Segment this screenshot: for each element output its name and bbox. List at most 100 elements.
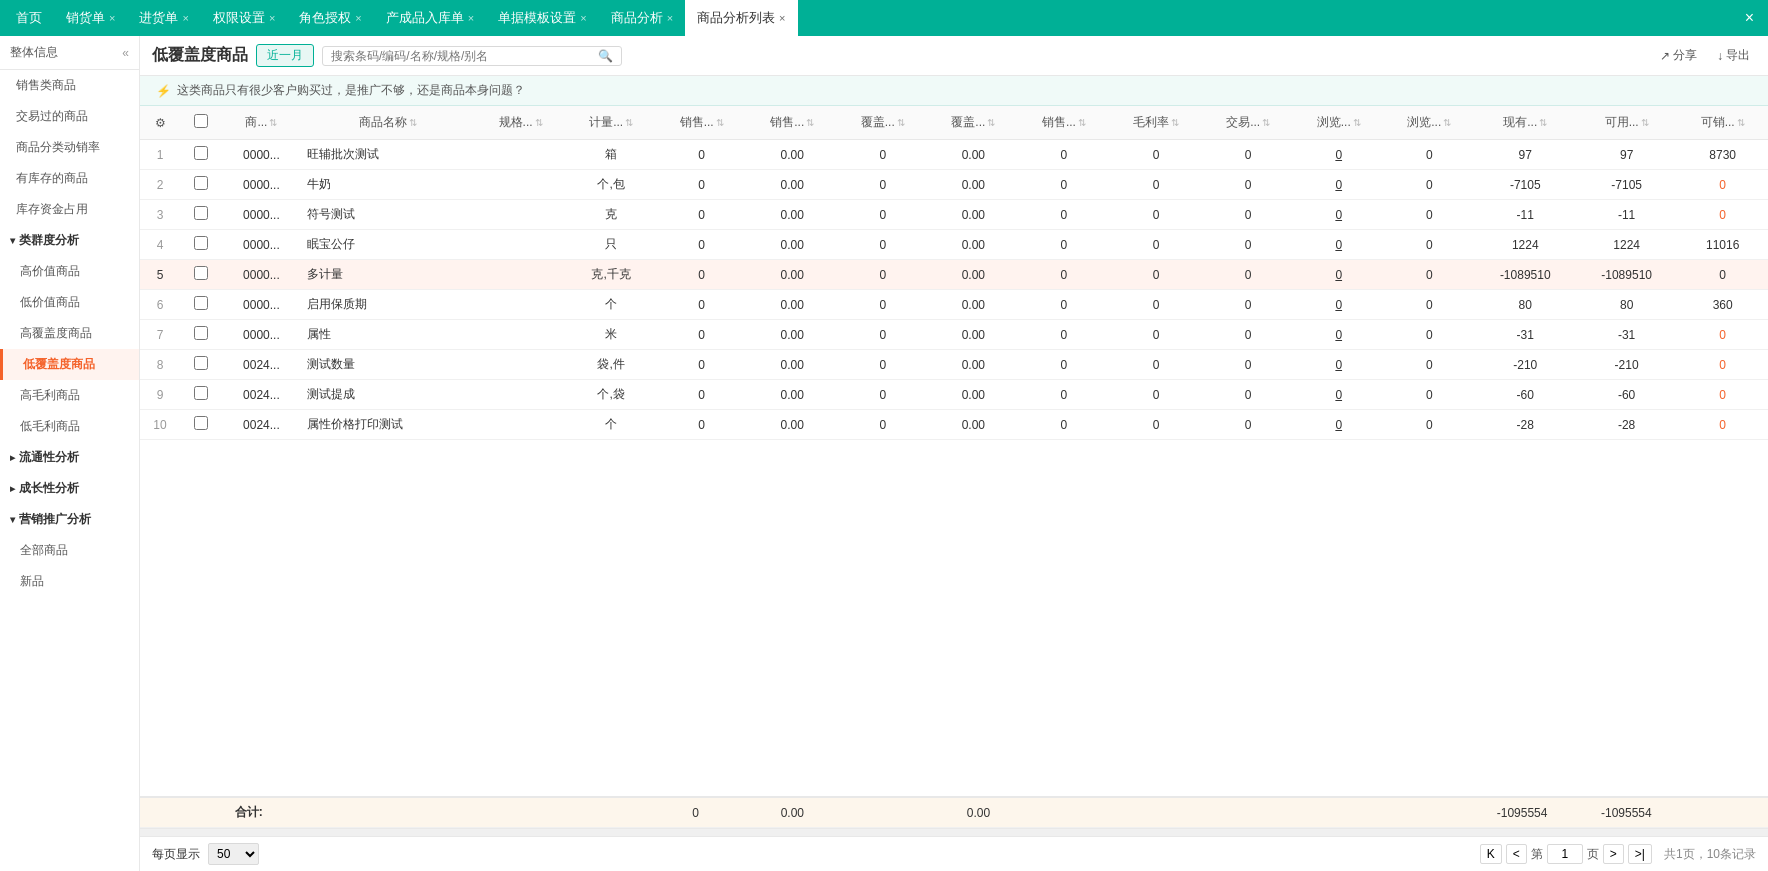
browse2-column-header[interactable]: 浏览...⇅ — [1384, 106, 1475, 140]
row-checkbox[interactable] — [180, 350, 222, 380]
row-browse1[interactable]: 0 — [1293, 140, 1384, 170]
row-sales-amt: 0.00 — [747, 380, 838, 410]
close-icon[interactable]: × — [355, 12, 361, 24]
close-icon[interactable]: × — [580, 12, 586, 24]
nav-template-settings[interactable]: 单据模板设置 × — [486, 0, 598, 36]
nav-finished-goods[interactable]: 产成品入库单 × — [374, 0, 486, 36]
page-number-input[interactable] — [1547, 844, 1583, 864]
sidebar-item-category-rate[interactable]: 商品分类动销率 — [0, 132, 139, 163]
horizontal-scrollbar[interactable] — [140, 828, 1768, 836]
row-gross: 0 — [1109, 320, 1203, 350]
sidebar-section-marketing[interactable]: ▾ 营销推广分析 — [0, 504, 139, 535]
top-navigation: 首页 销货单 × 进货单 × 权限设置 × 角色授权 × 产成品入库单 × 单据… — [0, 0, 1768, 36]
sidebar-item-stock-capital[interactable]: 库存资金占用 — [0, 194, 139, 225]
close-icon[interactable]: × — [269, 12, 275, 24]
current-stock-column-header[interactable]: 现有...⇅ — [1475, 106, 1576, 140]
nav-permission-settings[interactable]: 权限设置 × — [201, 0, 287, 36]
unit-column-header[interactable]: 计量...⇅ — [566, 106, 657, 140]
nav-sales-order[interactable]: 销货单 × — [54, 0, 127, 36]
row-browse1[interactable]: 0 — [1293, 410, 1384, 440]
gross-margin-column-header[interactable]: 毛利率⇅ — [1109, 106, 1203, 140]
search-icon[interactable]: 🔍 — [598, 49, 613, 63]
main-layout: 整体信息 « 销售类商品 交易过的商品 商品分类动销率 有库存的商品 库存资金占… — [0, 36, 1768, 871]
sidebar-item-stocked-products[interactable]: 有库存的商品 — [0, 163, 139, 194]
per-page-select[interactable]: 50 20 100 — [208, 843, 259, 865]
row-browse1[interactable]: 0 — [1293, 200, 1384, 230]
sidebar-item-high-coverage[interactable]: 高覆盖度商品 — [0, 318, 139, 349]
row-trade: 0 — [1203, 140, 1294, 170]
sidebar-section-cluster-analysis[interactable]: ▾ 类群度分析 — [0, 225, 139, 256]
checkbox-column-header[interactable] — [180, 106, 222, 140]
sidebar-section-growth[interactable]: ▸ 成长性分析 — [0, 473, 139, 504]
row-checkbox[interactable] — [180, 260, 222, 290]
close-all-button[interactable]: × — [1735, 9, 1764, 27]
table-row: 5 0000... 多计量 克,千克 0 0.00 0 0.00 0 0 0 0… — [140, 260, 1768, 290]
prev-page-button[interactable]: < — [1506, 844, 1527, 864]
settings-column-header[interactable]: ⚙ — [140, 106, 180, 140]
row-checkbox[interactable] — [180, 290, 222, 320]
coverage2-column-header[interactable]: 覆盖...⇅ — [928, 106, 1019, 140]
export-button[interactable]: ↓ 导出 — [1711, 45, 1756, 66]
row-browse1[interactable]: 0 — [1293, 260, 1384, 290]
last-page-button[interactable]: >| — [1628, 844, 1652, 864]
filter-period-button[interactable]: 近一月 — [256, 44, 314, 67]
sidebar-item-high-value[interactable]: 高价值商品 — [0, 256, 139, 287]
sidebar-item-low-margin[interactable]: 低毛利商品 — [0, 411, 139, 442]
row-checkbox[interactable] — [180, 230, 222, 260]
row-browse1[interactable]: 0 — [1293, 350, 1384, 380]
row-checkbox[interactable] — [180, 200, 222, 230]
nav-product-analysis-list[interactable]: 商品分析列表 × — [685, 0, 797, 36]
coverage1-column-header[interactable]: 覆盖...⇅ — [838, 106, 929, 140]
sidebar-item-traded-products[interactable]: 交易过的商品 — [0, 101, 139, 132]
close-icon[interactable]: × — [109, 12, 115, 24]
row-num: 2 — [140, 170, 180, 200]
sidebar-item-sales-products[interactable]: 销售类商品 — [0, 70, 139, 101]
row-browse1[interactable]: 0 — [1293, 320, 1384, 350]
row-checkbox[interactable] — [180, 380, 222, 410]
name-column-header[interactable]: 商品名称⇅ — [301, 106, 476, 140]
sellable-column-header[interactable]: 可销...⇅ — [1677, 106, 1768, 140]
row-browse2: 0 — [1384, 410, 1475, 440]
sidebar-item-all-products[interactable]: 全部商品 — [0, 535, 139, 566]
sales3-column-header[interactable]: 销售...⇅ — [1019, 106, 1110, 140]
search-input[interactable] — [331, 49, 598, 63]
row-checkbox[interactable] — [180, 140, 222, 170]
settings-icon[interactable]: ⚙ — [155, 116, 166, 130]
collapse-icon[interactable]: « — [122, 46, 129, 60]
sidebar-item-high-margin[interactable]: 高毛利商品 — [0, 380, 139, 411]
row-browse2: 0 — [1384, 380, 1475, 410]
sales-qty-column-header[interactable]: 销售...⇅ — [656, 106, 747, 140]
browse1-column-header[interactable]: 浏览...⇅ — [1293, 106, 1384, 140]
row-browse1[interactable]: 0 — [1293, 380, 1384, 410]
sidebar-item-low-value[interactable]: 低价值商品 — [0, 287, 139, 318]
available-column-header[interactable]: 可用...⇅ — [1576, 106, 1677, 140]
sidebar-item-new-products[interactable]: 新品 — [0, 566, 139, 597]
first-page-button[interactable]: K — [1480, 844, 1502, 864]
trade-column-header[interactable]: 交易...⇅ — [1203, 106, 1294, 140]
select-all-checkbox[interactable] — [194, 114, 208, 128]
next-page-button[interactable]: > — [1603, 844, 1624, 864]
nav-role-auth[interactable]: 角色授权 × — [287, 0, 373, 36]
spec-column-header[interactable]: 规格...⇅ — [475, 106, 566, 140]
close-icon[interactable]: × — [779, 12, 785, 24]
sidebar-item-low-coverage[interactable]: 低覆盖度商品 — [0, 349, 139, 380]
row-browse1[interactable]: 0 — [1293, 290, 1384, 320]
row-checkbox[interactable] — [180, 170, 222, 200]
row-browse1[interactable]: 0 — [1293, 230, 1384, 260]
nav-product-analysis[interactable]: 商品分析 × — [599, 0, 685, 36]
close-icon[interactable]: × — [468, 12, 474, 24]
row-gross: 0 — [1109, 350, 1203, 380]
row-checkbox[interactable] — [180, 410, 222, 440]
sidebar-section-circulation[interactable]: ▸ 流通性分析 — [0, 442, 139, 473]
sales-amt-column-header[interactable]: 销售...⇅ — [747, 106, 838, 140]
row-browse1[interactable]: 0 — [1293, 170, 1384, 200]
row-checkbox[interactable] — [180, 320, 222, 350]
export-icon: ↓ — [1717, 49, 1723, 63]
nav-home[interactable]: 首页 — [4, 0, 54, 36]
row-cov1: 0 — [838, 410, 929, 440]
close-icon[interactable]: × — [182, 12, 188, 24]
code-column-header[interactable]: 商...⇅ — [222, 106, 301, 140]
close-icon[interactable]: × — [667, 12, 673, 24]
share-button[interactable]: ↗ 分享 — [1654, 45, 1703, 66]
nav-purchase-order[interactable]: 进货单 × — [127, 0, 200, 36]
